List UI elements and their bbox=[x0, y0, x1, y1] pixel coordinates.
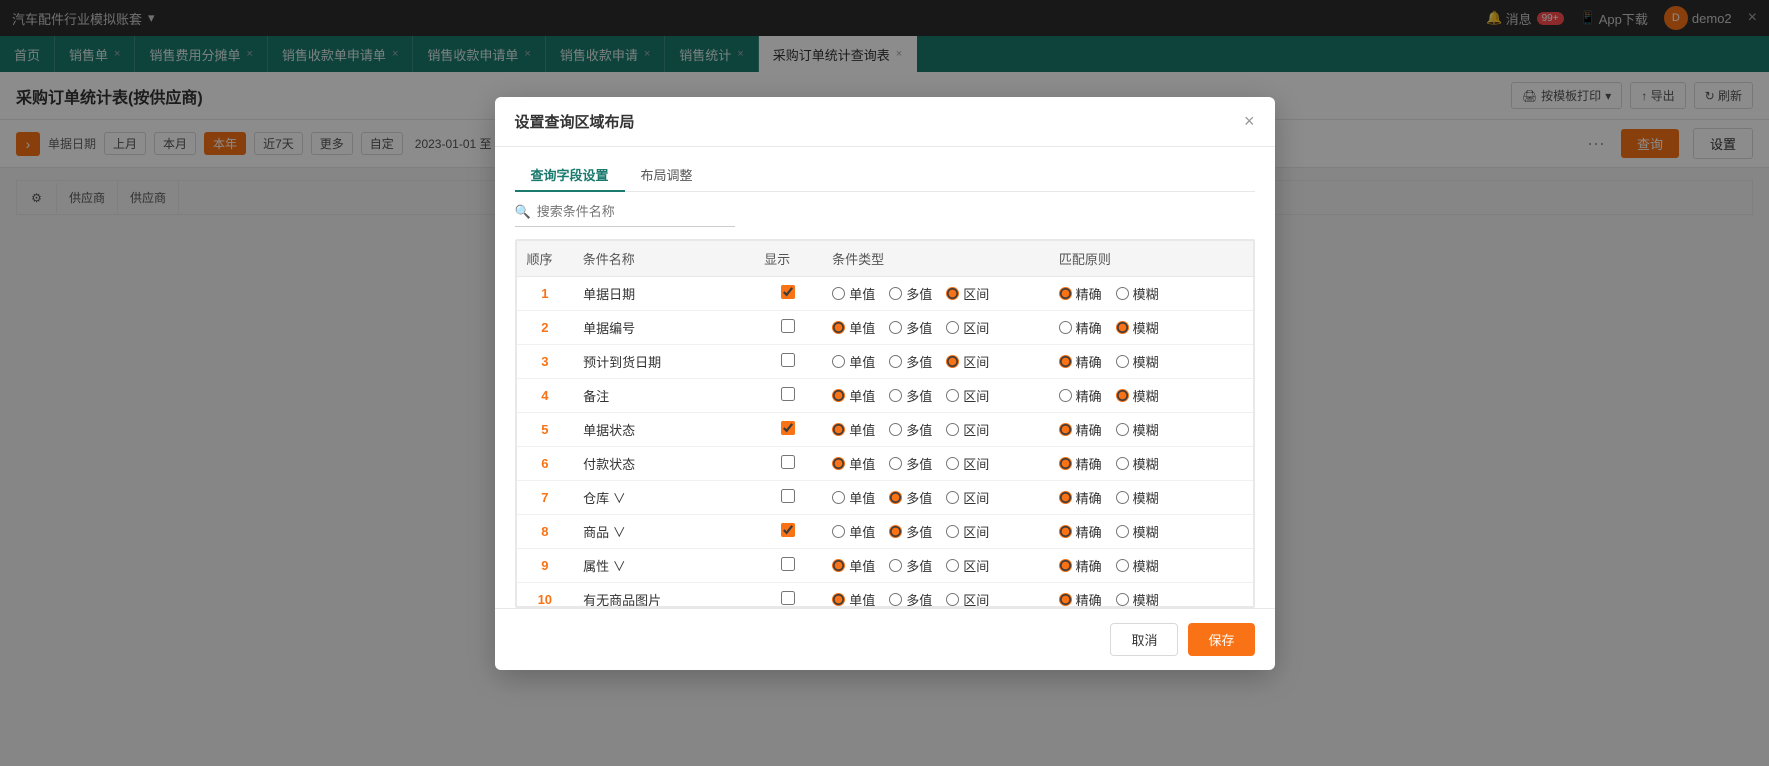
field-data-table: 1单据日期单值多值区间精确模糊2单据编号单值多值区间精确模糊3预计到货日期单值多… bbox=[517, 277, 1253, 607]
type-radio-multi[interactable]: 多值 bbox=[889, 318, 932, 337]
rule-radio-exact[interactable]: 精确 bbox=[1059, 386, 1102, 405]
type-radio-single[interactable]: 单值 bbox=[832, 556, 875, 575]
modal-body: 查询字段设置 布局调整 🔍 顺序 条件名称 显示 bbox=[495, 147, 1275, 608]
table-scroll-area: 1单据日期单值多值区间精确模糊2单据编号单值多值区间精确模糊3预计到货日期单值多… bbox=[516, 277, 1254, 607]
table-row: 3预计到货日期单值多值区间精确模糊 bbox=[517, 344, 1253, 378]
modal-dialog: 设置查询区域布局 × 查询字段设置 布局调整 🔍 bbox=[495, 97, 1275, 670]
tab-layout-adjust[interactable]: 布局调整 bbox=[625, 159, 709, 192]
field-settings-table: 顺序 条件名称 显示 条件类型 匹配原则 bbox=[516, 240, 1254, 277]
type-radio-multi[interactable]: 多值 bbox=[889, 386, 932, 405]
rule-radio-fuzzy[interactable]: 模糊 bbox=[1116, 352, 1159, 371]
col-order-header: 顺序 bbox=[516, 240, 573, 276]
table-row: 6付款状态单值多值区间精确模糊 bbox=[517, 446, 1253, 480]
col-rule-header: 匹配原则 bbox=[1049, 240, 1253, 276]
rule-radio-exact[interactable]: 精确 bbox=[1059, 522, 1102, 541]
table-row: 10有无商品图片单值多值区间精确模糊 bbox=[517, 582, 1253, 607]
show-checkbox[interactable] bbox=[781, 319, 795, 333]
rule-radio-fuzzy[interactable]: 模糊 bbox=[1116, 488, 1159, 507]
rule-radio-exact[interactable]: 精确 bbox=[1059, 454, 1102, 473]
type-radio-range[interactable]: 区间 bbox=[946, 522, 989, 541]
type-radio-multi[interactable]: 多值 bbox=[889, 488, 932, 507]
type-radio-range[interactable]: 区间 bbox=[946, 556, 989, 575]
type-radio-single[interactable]: 单值 bbox=[832, 454, 875, 473]
modal-search-box: 🔍 bbox=[515, 204, 735, 227]
rule-radio-fuzzy[interactable]: 模糊 bbox=[1116, 556, 1159, 575]
modal-header: 设置查询区域布局 × bbox=[495, 97, 1275, 147]
modal-backdrop: 设置查询区域布局 × 查询字段设置 布局调整 🔍 bbox=[0, 0, 1769, 766]
search-icon: 🔍 bbox=[515, 204, 531, 220]
modal-close-button[interactable]: × bbox=[1244, 111, 1255, 132]
cancel-button[interactable]: 取消 bbox=[1110, 623, 1178, 656]
table-row: 7仓库 ∨单值多值区间精确模糊 bbox=[517, 480, 1253, 514]
modal-tabs: 查询字段设置 布局调整 bbox=[515, 147, 1255, 192]
type-radio-single[interactable]: 单值 bbox=[832, 488, 875, 507]
modal-footer: 取消 保存 bbox=[495, 608, 1275, 670]
type-radio-multi[interactable]: 多值 bbox=[889, 556, 932, 575]
col-show-header: 显示 bbox=[754, 240, 822, 276]
show-checkbox[interactable] bbox=[781, 489, 795, 503]
type-radio-single[interactable]: 单值 bbox=[832, 420, 875, 439]
rule-radio-fuzzy[interactable]: 模糊 bbox=[1116, 522, 1159, 541]
modal-title: 设置查询区域布局 bbox=[515, 111, 635, 132]
save-button[interactable]: 保存 bbox=[1188, 623, 1254, 656]
table-row: 5单据状态单值多值区间精确模糊 bbox=[517, 412, 1253, 446]
rule-radio-fuzzy[interactable]: 模糊 bbox=[1116, 284, 1159, 303]
type-radio-range[interactable]: 区间 bbox=[946, 454, 989, 473]
table-row: 8商品 ∨单值多值区间精确模糊 bbox=[517, 514, 1253, 548]
rule-radio-exact[interactable]: 精确 bbox=[1059, 590, 1102, 607]
show-checkbox[interactable] bbox=[781, 557, 795, 571]
type-radio-range[interactable]: 区间 bbox=[946, 488, 989, 507]
rule-radio-fuzzy[interactable]: 模糊 bbox=[1116, 318, 1159, 337]
rule-radio-fuzzy[interactable]: 模糊 bbox=[1116, 590, 1159, 607]
type-radio-multi[interactable]: 多值 bbox=[889, 420, 932, 439]
rule-radio-fuzzy[interactable]: 模糊 bbox=[1116, 420, 1159, 439]
tab-field-settings[interactable]: 查询字段设置 bbox=[515, 159, 625, 192]
rule-radio-exact[interactable]: 精确 bbox=[1059, 488, 1102, 507]
show-checkbox[interactable] bbox=[781, 353, 795, 367]
type-radio-multi[interactable]: 多值 bbox=[889, 454, 932, 473]
table-row: 9属性 ∨单值多值区间精确模糊 bbox=[517, 548, 1253, 582]
rule-radio-exact[interactable]: 精确 bbox=[1059, 284, 1102, 303]
type-radio-multi[interactable]: 多值 bbox=[889, 590, 932, 607]
type-radio-single[interactable]: 单值 bbox=[832, 522, 875, 541]
type-radio-range[interactable]: 区间 bbox=[946, 284, 989, 303]
rule-radio-exact[interactable]: 精确 bbox=[1059, 318, 1102, 337]
type-radio-multi[interactable]: 多值 bbox=[889, 522, 932, 541]
type-radio-single[interactable]: 单值 bbox=[832, 590, 875, 607]
show-checkbox[interactable] bbox=[781, 455, 795, 469]
search-input[interactable] bbox=[537, 204, 735, 219]
rule-radio-fuzzy[interactable]: 模糊 bbox=[1116, 386, 1159, 405]
type-radio-range[interactable]: 区间 bbox=[946, 352, 989, 371]
show-checkbox[interactable] bbox=[781, 523, 795, 537]
type-radio-range[interactable]: 区间 bbox=[946, 590, 989, 607]
type-radio-single[interactable]: 单值 bbox=[832, 386, 875, 405]
rule-radio-exact[interactable]: 精确 bbox=[1059, 420, 1102, 439]
table-row: 4备注单值多值区间精确模糊 bbox=[517, 378, 1253, 412]
rule-radio-exact[interactable]: 精确 bbox=[1059, 556, 1102, 575]
table-row: 2单据编号单值多值区间精确模糊 bbox=[517, 310, 1253, 344]
type-radio-range[interactable]: 区间 bbox=[946, 318, 989, 337]
type-radio-multi[interactable]: 多值 bbox=[889, 284, 932, 303]
col-type-header: 条件类型 bbox=[822, 240, 1049, 276]
show-checkbox[interactable] bbox=[781, 591, 795, 605]
show-checkbox[interactable] bbox=[781, 387, 795, 401]
type-radio-range[interactable]: 区间 bbox=[946, 386, 989, 405]
table-row: 1单据日期单值多值区间精确模糊 bbox=[517, 277, 1253, 311]
show-checkbox[interactable] bbox=[781, 421, 795, 435]
type-radio-single[interactable]: 单值 bbox=[832, 318, 875, 337]
col-name-header: 条件名称 bbox=[573, 240, 754, 276]
show-checkbox[interactable] bbox=[781, 285, 795, 299]
type-radio-single[interactable]: 单值 bbox=[832, 284, 875, 303]
type-radio-multi[interactable]: 多值 bbox=[889, 352, 932, 371]
rule-radio-exact[interactable]: 精确 bbox=[1059, 352, 1102, 371]
type-radio-single[interactable]: 单值 bbox=[832, 352, 875, 371]
type-radio-range[interactable]: 区间 bbox=[946, 420, 989, 439]
rule-radio-fuzzy[interactable]: 模糊 bbox=[1116, 454, 1159, 473]
